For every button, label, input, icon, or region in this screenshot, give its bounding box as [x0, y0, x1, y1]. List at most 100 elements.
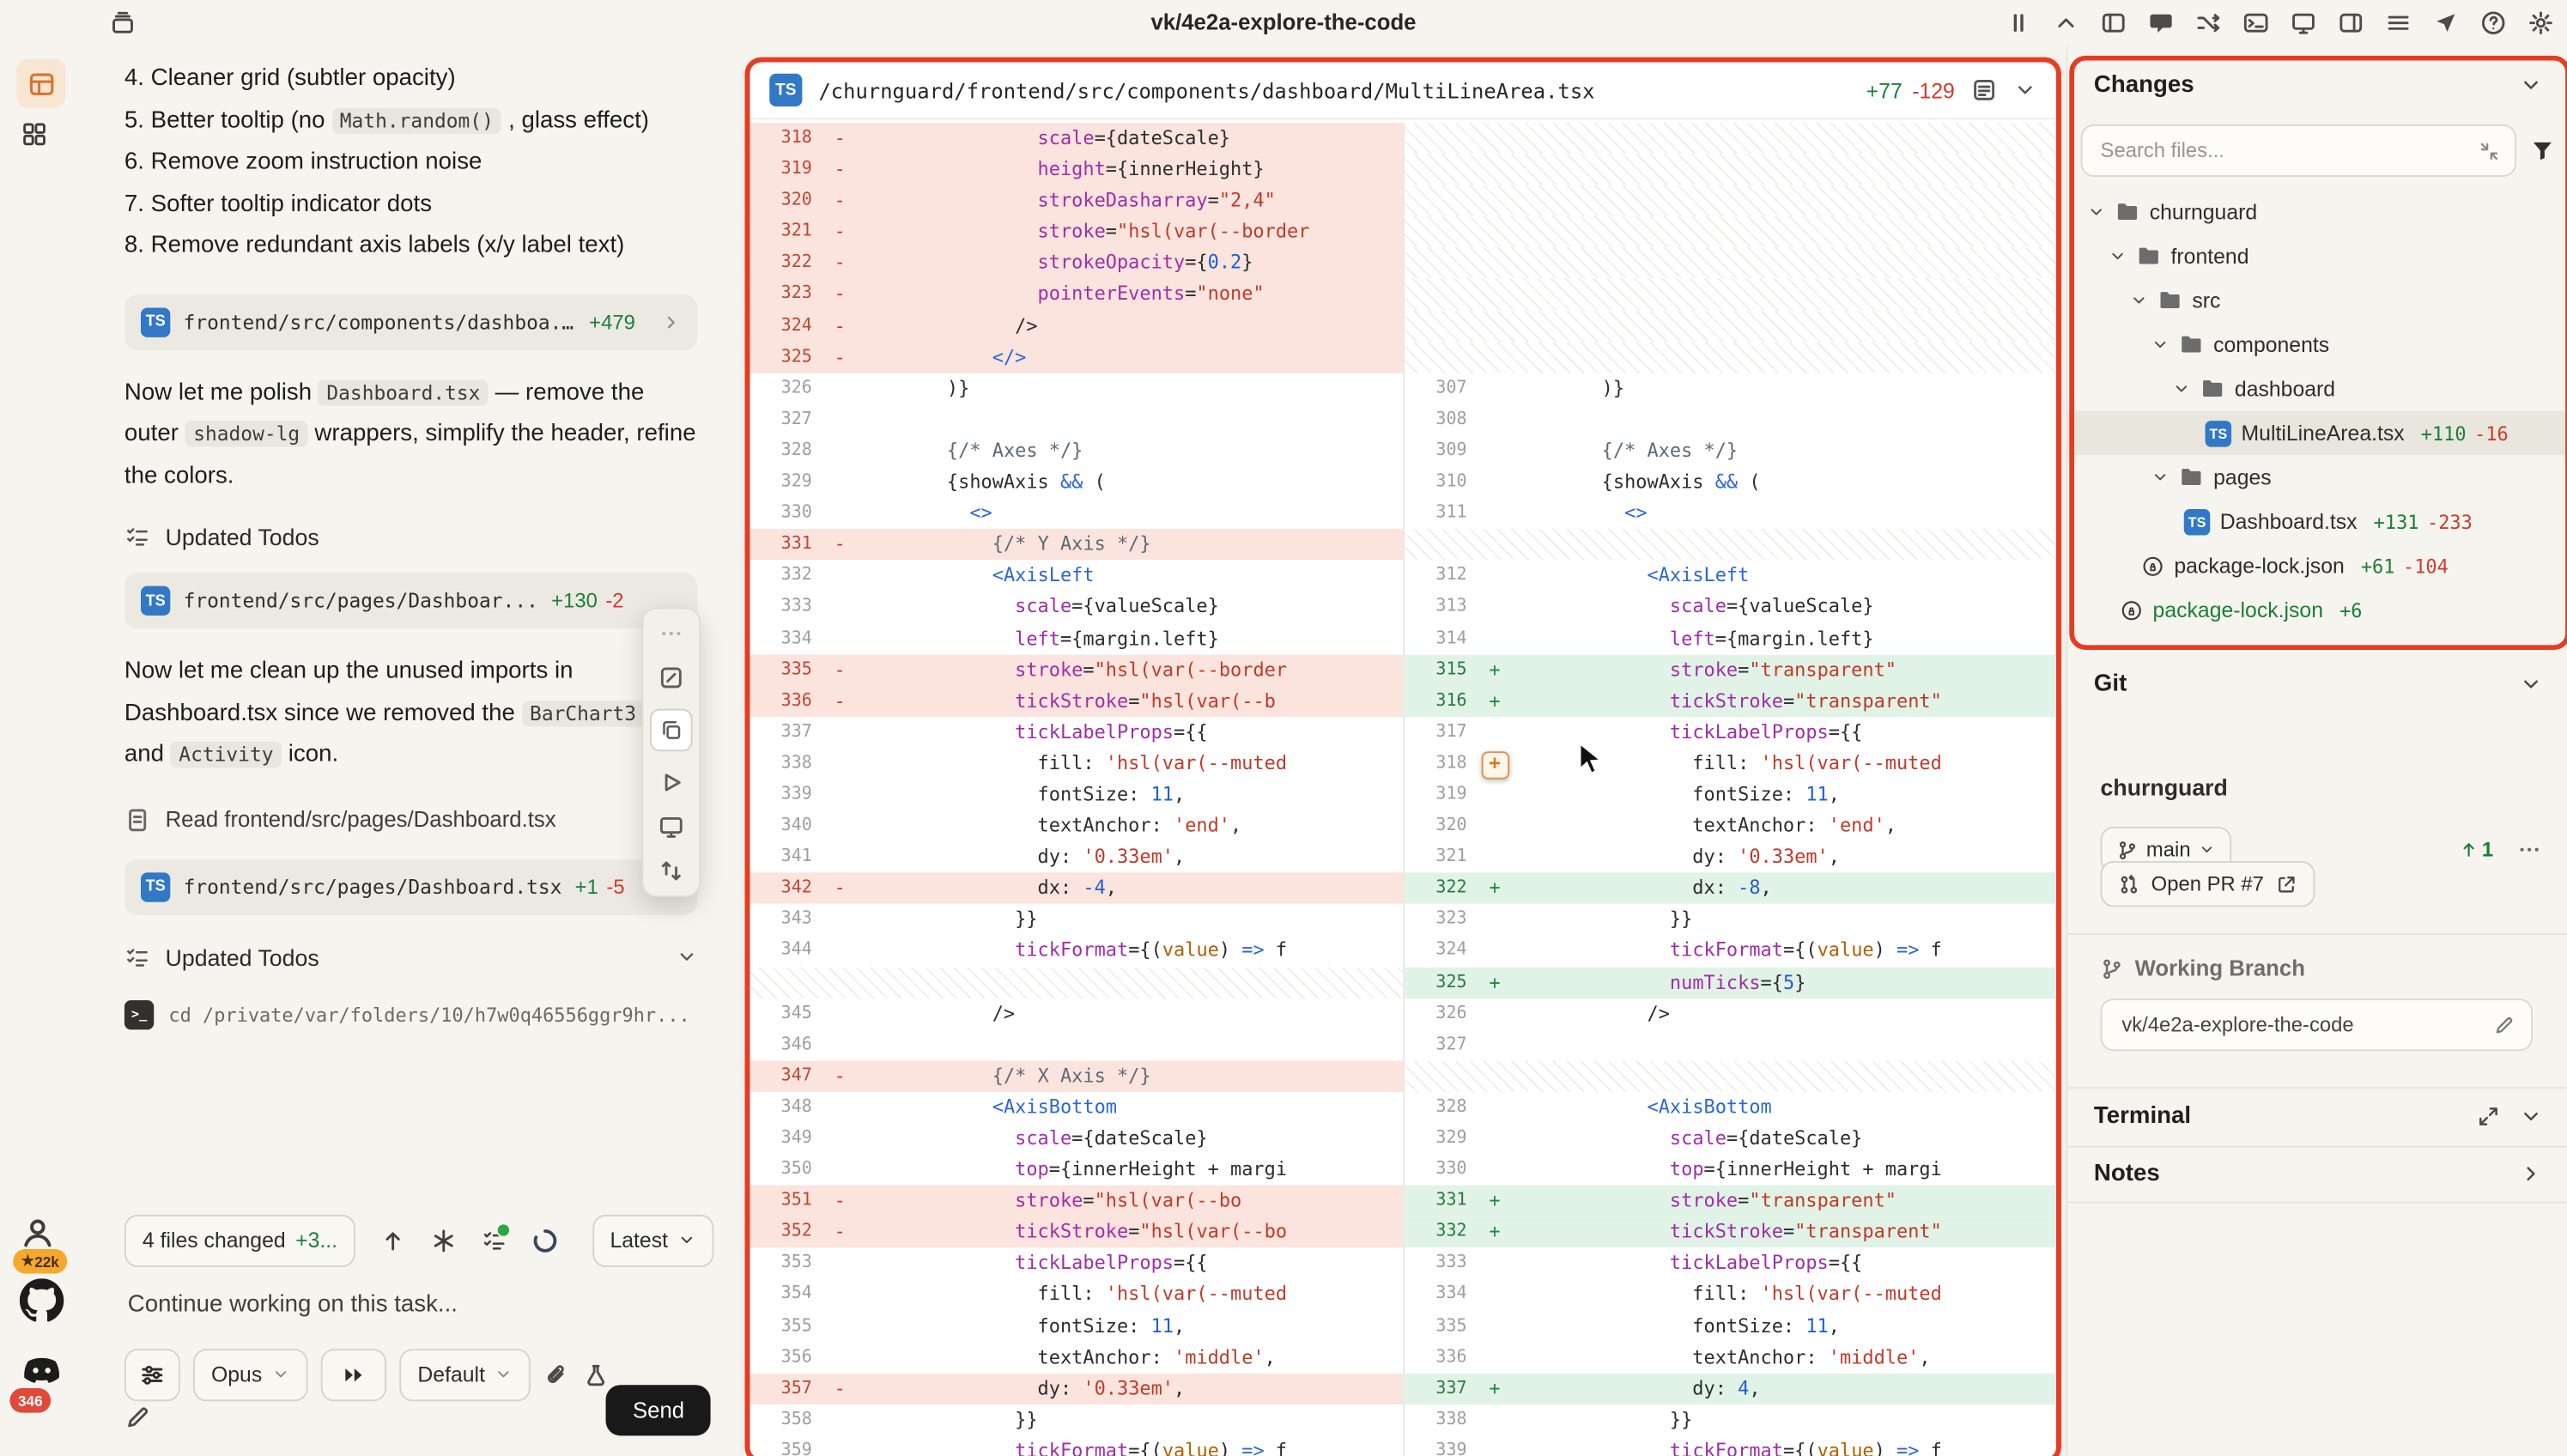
code-text: pointerEvents="none" [856, 279, 1403, 310]
file-change-chip[interactable]: TSfrontend/src/components/dashboa...+479 [124, 294, 697, 349]
files-changed-button[interactable]: 4 files changed +3... [124, 1214, 355, 1266]
diff-line: 334 fill: 'hsl(var(--muted [1405, 1279, 2056, 1310]
diff-marker [1478, 904, 1511, 935]
tree-item-dashboard-tsx[interactable]: TSDashboard.tsx+131-233 [2067, 500, 2567, 543]
code-text: tickFormat={(value) => f [1511, 1435, 2056, 1456]
pause-icon[interactable] [2006, 9, 2032, 36]
tree-item-package-lock-json[interactable]: package-lock.json+6 [2067, 588, 2567, 632]
line-number: 323 [749, 279, 823, 310]
app-icon[interactable] [16, 59, 65, 108]
mode-dropdown[interactable]: Default [399, 1348, 531, 1400]
line-number: 318 [1405, 748, 1478, 779]
terminal-command-row[interactable]: >_cd /private/var/folders/10/h7w0q46556g… [124, 999, 697, 1028]
tree-item-multilinearea-tsx[interactable]: TSMultiLineArea.tsx+110-16 [2067, 411, 2567, 455]
collapse-tree-icon[interactable] [2479, 140, 2500, 161]
diff-marker: - [823, 1060, 856, 1091]
line-number: 328 [1405, 1092, 1478, 1123]
profile-icon[interactable] [20, 1215, 56, 1251]
run-icon[interactable] [658, 769, 685, 796]
search-files-box[interactable] [2081, 124, 2516, 177]
working-branch-field[interactable] [2101, 998, 2533, 1051]
copy-button[interactable] [650, 709, 693, 752]
code-text: <AxisLeft [856, 561, 1403, 592]
search-files-input[interactable] [2097, 137, 2469, 164]
tree-item-dashboard[interactable]: dashboard [2067, 367, 2567, 410]
file-change-chip[interactable]: TSfrontend/src/pages/Dashboard.tsx+1-5 [124, 858, 697, 914]
model-dropdown[interactable]: Opus [193, 1348, 308, 1400]
diff-marker [1478, 1342, 1511, 1373]
terminal-section-header[interactable]: Terminal [2094, 1097, 2542, 1137]
help-icon[interactable] [2480, 9, 2507, 36]
notes-section-header[interactable]: Notes [2094, 1154, 2542, 1193]
tree-item-package-lock-json[interactable]: package-lock.json+61-104 [2067, 543, 2567, 587]
send-button[interactable]: Send [606, 1384, 710, 1435]
diff-marker [1478, 780, 1511, 810]
panel-right-icon[interactable] [2338, 9, 2364, 36]
collapse-up-icon[interactable] [2053, 9, 2079, 36]
monitor-icon[interactable] [658, 814, 685, 840]
diff-line: 321 dy: '0.33em', [1405, 841, 2056, 872]
board-grid-icon[interactable] [21, 121, 48, 148]
open-pr-button[interactable]: Open PR #7 [2101, 861, 2315, 907]
diff-line: 323- pointerEvents="none" [749, 279, 1403, 310]
chevron-down-icon[interactable] [2013, 79, 2036, 102]
panel-left-icon[interactable] [2101, 9, 2127, 36]
compare-icon[interactable] [2195, 9, 2222, 36]
fast-forward-button[interactable] [321, 1348, 386, 1400]
deletions: -104 [2403, 554, 2449, 577]
pencil-icon[interactable] [124, 1404, 151, 1430]
expand-icon[interactable] [2477, 1105, 2500, 1128]
settings-icon[interactable] [2528, 9, 2554, 36]
flask-icon[interactable] [583, 1362, 610, 1388]
edit-branch-icon[interactable] [2493, 1014, 2515, 1035]
git-section-header[interactable]: Git [2094, 664, 2542, 704]
attach-icon[interactable] [544, 1362, 571, 1388]
github-icon[interactable] [20, 1278, 64, 1322]
line-number: 322 [749, 248, 823, 279]
stack-icon[interactable] [110, 9, 137, 36]
monitor-icon[interactable] [2291, 9, 2317, 36]
todo-list-icon[interactable] [482, 1227, 508, 1253]
tree-item-components[interactable]: components [2067, 323, 2567, 367]
additions: +131 [2374, 510, 2419, 533]
updated-todos-row[interactable]: Updated Todos [124, 524, 697, 550]
more-icon[interactable] [658, 621, 685, 647]
updated-todos-row[interactable]: Updated Todos [124, 943, 697, 970]
sync-icon[interactable] [658, 858, 685, 884]
working-branch-input[interactable] [2119, 1011, 2480, 1038]
changes-section-header[interactable]: Changes [2094, 65, 2542, 105]
diff-filler-row [1405, 279, 2056, 310]
commits-ahead[interactable]: 1 [2459, 838, 2493, 861]
tree-item-src[interactable]: src [2067, 278, 2567, 322]
git-more-icon[interactable] [2516, 836, 2543, 863]
diff-line: 319 fontSize: 11, [1405, 780, 2056, 810]
chat-bubble-icon[interactable] [2148, 9, 2175, 36]
navigate-icon[interactable] [2433, 9, 2460, 36]
chat-paragraph: Now let me clean up the unused imports i… [124, 652, 697, 777]
tree-item-frontend[interactable]: frontend [2067, 234, 2567, 278]
diff-marker: - [823, 529, 856, 560]
read-file-row[interactable]: Read frontend/src/pages/Dashboard.tsx [124, 806, 697, 833]
tree-item-churnguard[interactable]: churnguard [2067, 190, 2567, 234]
code-text: textAnchor: 'middle', [1511, 1342, 2056, 1373]
line-number: 353 [749, 1248, 823, 1279]
filter-icon[interactable] [2529, 137, 2556, 164]
asterisk-icon[interactable] [431, 1227, 458, 1253]
file-name: frontend/src/components/dashboa... [184, 310, 576, 333]
diff-new-column: 307 )}308309 {/* Axes */}310 {showAxis &… [1405, 123, 2056, 1456]
file-change-chip[interactable]: TSfrontend/src/pages/Dashboar...+130-2 [124, 573, 697, 628]
discord-icon[interactable] [20, 1349, 64, 1392]
menu-icon[interactable] [2385, 9, 2412, 36]
chevron-down-icon [2520, 1105, 2543, 1128]
scroll-to-top-icon[interactable] [380, 1227, 407, 1253]
add-comment-button[interactable]: + [1481, 751, 1508, 779]
latest-dropdown[interactable]: Latest [592, 1214, 713, 1266]
tree-item-pages[interactable]: pages [2067, 455, 2567, 499]
line-number: 347 [749, 1060, 823, 1091]
diff-view-mode-icon[interactable] [1971, 77, 1998, 104]
message-input[interactable] [124, 1289, 720, 1319]
terminal-icon[interactable] [2242, 9, 2269, 36]
diff-line: 326 /> [1405, 998, 2056, 1028]
edit-icon[interactable] [658, 664, 685, 691]
settings-sliders-button[interactable] [124, 1348, 180, 1400]
